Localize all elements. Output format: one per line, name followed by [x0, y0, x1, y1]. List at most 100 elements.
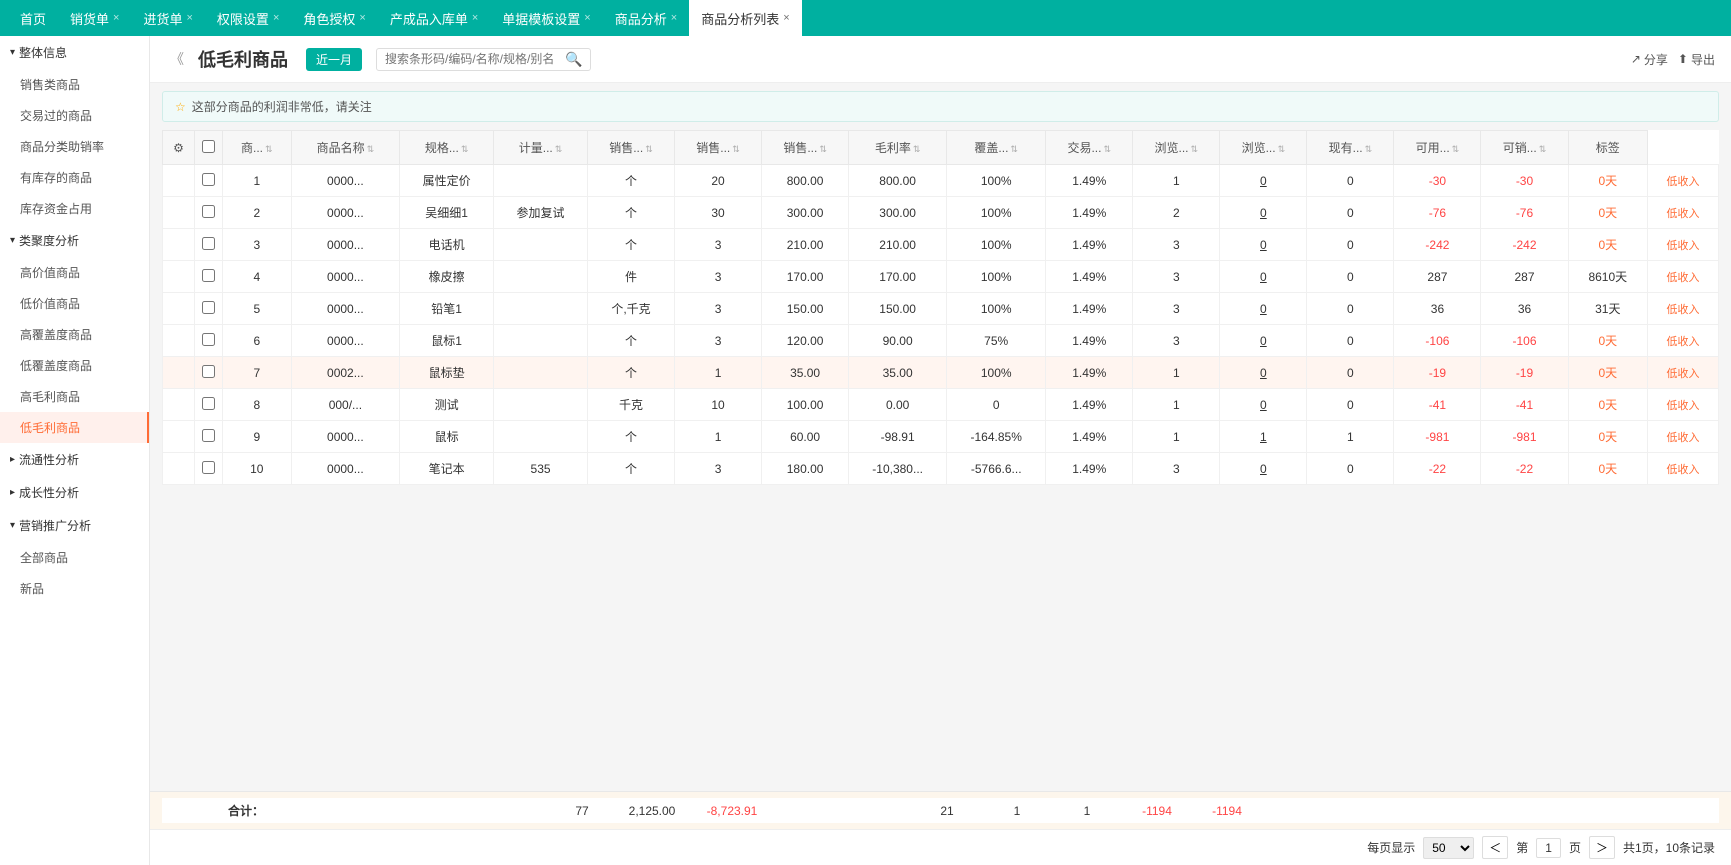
row-view-count1[interactable]: 0: [1220, 165, 1307, 197]
sidebar-item-in-stock[interactable]: 有库存的商品: [0, 162, 149, 193]
row-no: 10: [223, 453, 292, 485]
sidebar-group-overall-title[interactable]: ▾ 整体信息: [0, 36, 149, 69]
close-icon[interactable]: ×: [359, 12, 365, 24]
close-icon[interactable]: ×: [783, 12, 789, 24]
row-gross-rate: 100%: [947, 293, 1046, 325]
sidebar-item-low-margin[interactable]: 低毛利商品: [0, 412, 149, 443]
close-icon[interactable]: ×: [584, 12, 590, 24]
sidebar-item-sales-products[interactable]: 销售类商品: [0, 69, 149, 100]
row-checkbox[interactable]: [202, 301, 215, 314]
nav-product-analysis[interactable]: 商品分析 ×: [603, 0, 689, 36]
row-sale-profit: 35.00: [849, 357, 947, 389]
nav-product-analysis-list[interactable]: 商品分析列表 ×: [689, 0, 801, 36]
column-saleable-days: 可销...⇅: [1481, 131, 1568, 165]
row-tag: 低收入: [1648, 325, 1719, 357]
row-current-stock: -41: [1394, 389, 1481, 421]
period-button[interactable]: 近一月: [306, 48, 362, 71]
prev-page-button[interactable]: ＜: [1482, 836, 1508, 859]
row-sale-profit: 0.00: [849, 389, 947, 421]
export-button[interactable]: ⬆ 导出: [1678, 51, 1715, 68]
nav-product-entry[interactable]: 产成品入库单 ×: [378, 0, 490, 36]
row-checkbox[interactable]: [202, 461, 215, 474]
row-gross-rate: 100%: [947, 261, 1046, 293]
share-button[interactable]: ↗ 分享: [1631, 51, 1668, 68]
column-code: 商...⇅: [223, 131, 292, 165]
row-sale-amt: 60.00: [762, 421, 849, 453]
row-sale-amt: 170.00: [762, 261, 849, 293]
sidebar-item-traded-products[interactable]: 交易过的商品: [0, 100, 149, 131]
row-view-count1[interactable]: 0: [1220, 197, 1307, 229]
header-actions: ↗ 分享 ⬆ 导出: [1631, 51, 1715, 68]
row-unit: 个: [587, 197, 674, 229]
search-input[interactable]: [385, 52, 565, 66]
sidebar: ▾ 整体信息 销售类商品 交易过的商品 商品分类助销率 有库存的商品 库存资金占…: [0, 36, 150, 865]
close-icon[interactable]: ×: [273, 12, 279, 24]
nav-permissions[interactable]: 权限设置 ×: [205, 0, 291, 36]
close-icon[interactable]: ×: [186, 12, 192, 24]
sidebar-item-high-margin[interactable]: 高毛利商品: [0, 381, 149, 412]
export-icon: ⬆: [1678, 52, 1688, 66]
row-saleable-days: 0天: [1568, 197, 1648, 229]
totals-label: 合计：: [222, 798, 302, 823]
select-all-checkbox[interactable]: [202, 140, 215, 153]
sidebar-group-cluster-title[interactable]: ▾ 类聚度分析: [0, 224, 149, 257]
close-icon[interactable]: ×: [472, 12, 478, 24]
row-checkbox[interactable]: [202, 269, 215, 282]
sidebar-item-high-value[interactable]: 高价值商品: [0, 257, 149, 288]
per-page-select[interactable]: 50 20 100: [1423, 837, 1474, 859]
row-checkbox-cell: [195, 389, 223, 421]
row-view-count1[interactable]: 0: [1220, 453, 1307, 485]
sidebar-collapse-button[interactable]: 《: [166, 49, 188, 69]
row-view-count1[interactable]: 0: [1220, 389, 1307, 421]
row-sale-amt: 210.00: [762, 229, 849, 261]
nav-sales-order[interactable]: 销货单 ×: [58, 0, 131, 36]
row-view-count1[interactable]: 0: [1220, 229, 1307, 261]
nav-template-settings[interactable]: 单据模板设置 ×: [490, 0, 602, 36]
row-sale-qty: 3: [675, 293, 762, 325]
row-view-count1[interactable]: 0: [1220, 261, 1307, 293]
sidebar-item-high-coverage[interactable]: 高覆盖度商品: [0, 319, 149, 350]
row-spec: 参加复试: [494, 197, 588, 229]
sidebar-group-liquidity-title[interactable]: ▸ 流通性分析: [0, 443, 149, 476]
next-page-button[interactable]: ＞: [1589, 836, 1615, 859]
nav-role-auth[interactable]: 角色授权 ×: [291, 0, 377, 36]
row-no: 9: [223, 421, 292, 453]
row-checkbox[interactable]: [202, 237, 215, 250]
sidebar-item-stock-funds[interactable]: 库存资金占用: [0, 193, 149, 224]
close-icon[interactable]: ×: [671, 12, 677, 24]
sidebar-group-growth-title[interactable]: ▸ 成长性分析: [0, 476, 149, 509]
row-view-count1[interactable]: 1: [1220, 421, 1307, 453]
totals-current-stock: -1194: [1122, 798, 1192, 823]
column-select-all[interactable]: [195, 131, 223, 165]
top-nav: 首页 销货单 × 进货单 × 权限设置 × 角色授权 × 产成品入库单 × 单据…: [0, 0, 1731, 36]
row-checkbox[interactable]: [202, 397, 215, 410]
row-checkbox[interactable]: [202, 173, 215, 186]
sidebar-item-low-value[interactable]: 低价值商品: [0, 288, 149, 319]
row-checkbox-cell: [195, 421, 223, 453]
row-gross-rate: -164.85%: [947, 421, 1046, 453]
row-checkbox[interactable]: [202, 429, 215, 442]
nav-purchase-order[interactable]: 进货单 ×: [131, 0, 204, 36]
row-settings: [163, 197, 195, 229]
column-settings[interactable]: ⚙: [163, 131, 195, 165]
sidebar-group-marketing-title[interactable]: ▾ 营销推广分析: [0, 509, 149, 542]
totals-bar: 合计： 77 2,125.00 -8,723.91 21 1 1 -1194 -…: [150, 791, 1731, 829]
sidebar-item-category-sales-rate[interactable]: 商品分类助销率: [0, 131, 149, 162]
row-unit: 个: [587, 421, 674, 453]
search-icon[interactable]: 🔍: [565, 51, 582, 68]
sidebar-item-new-products[interactable]: 新品: [0, 573, 149, 604]
pagination-bar: 每页显示 50 20 100 ＜ 第 1 页 ＞ 共1页，10条记录: [150, 829, 1731, 865]
row-current-stock: 36: [1394, 293, 1481, 325]
close-icon[interactable]: ×: [113, 12, 119, 24]
row-view-count1[interactable]: 0: [1220, 293, 1307, 325]
nav-home[interactable]: 首页: [8, 0, 58, 36]
row-view-count1[interactable]: 0: [1220, 357, 1307, 389]
sidebar-item-low-coverage[interactable]: 低覆盖度商品: [0, 350, 149, 381]
row-checkbox[interactable]: [202, 205, 215, 218]
totals-sale-profit: -8,723.91: [692, 798, 772, 823]
row-checkbox[interactable]: [202, 333, 215, 346]
row-tag: 低收入: [1648, 165, 1719, 197]
sidebar-item-all-products[interactable]: 全部商品: [0, 542, 149, 573]
row-checkbox[interactable]: [202, 365, 215, 378]
row-view-count1[interactable]: 0: [1220, 325, 1307, 357]
